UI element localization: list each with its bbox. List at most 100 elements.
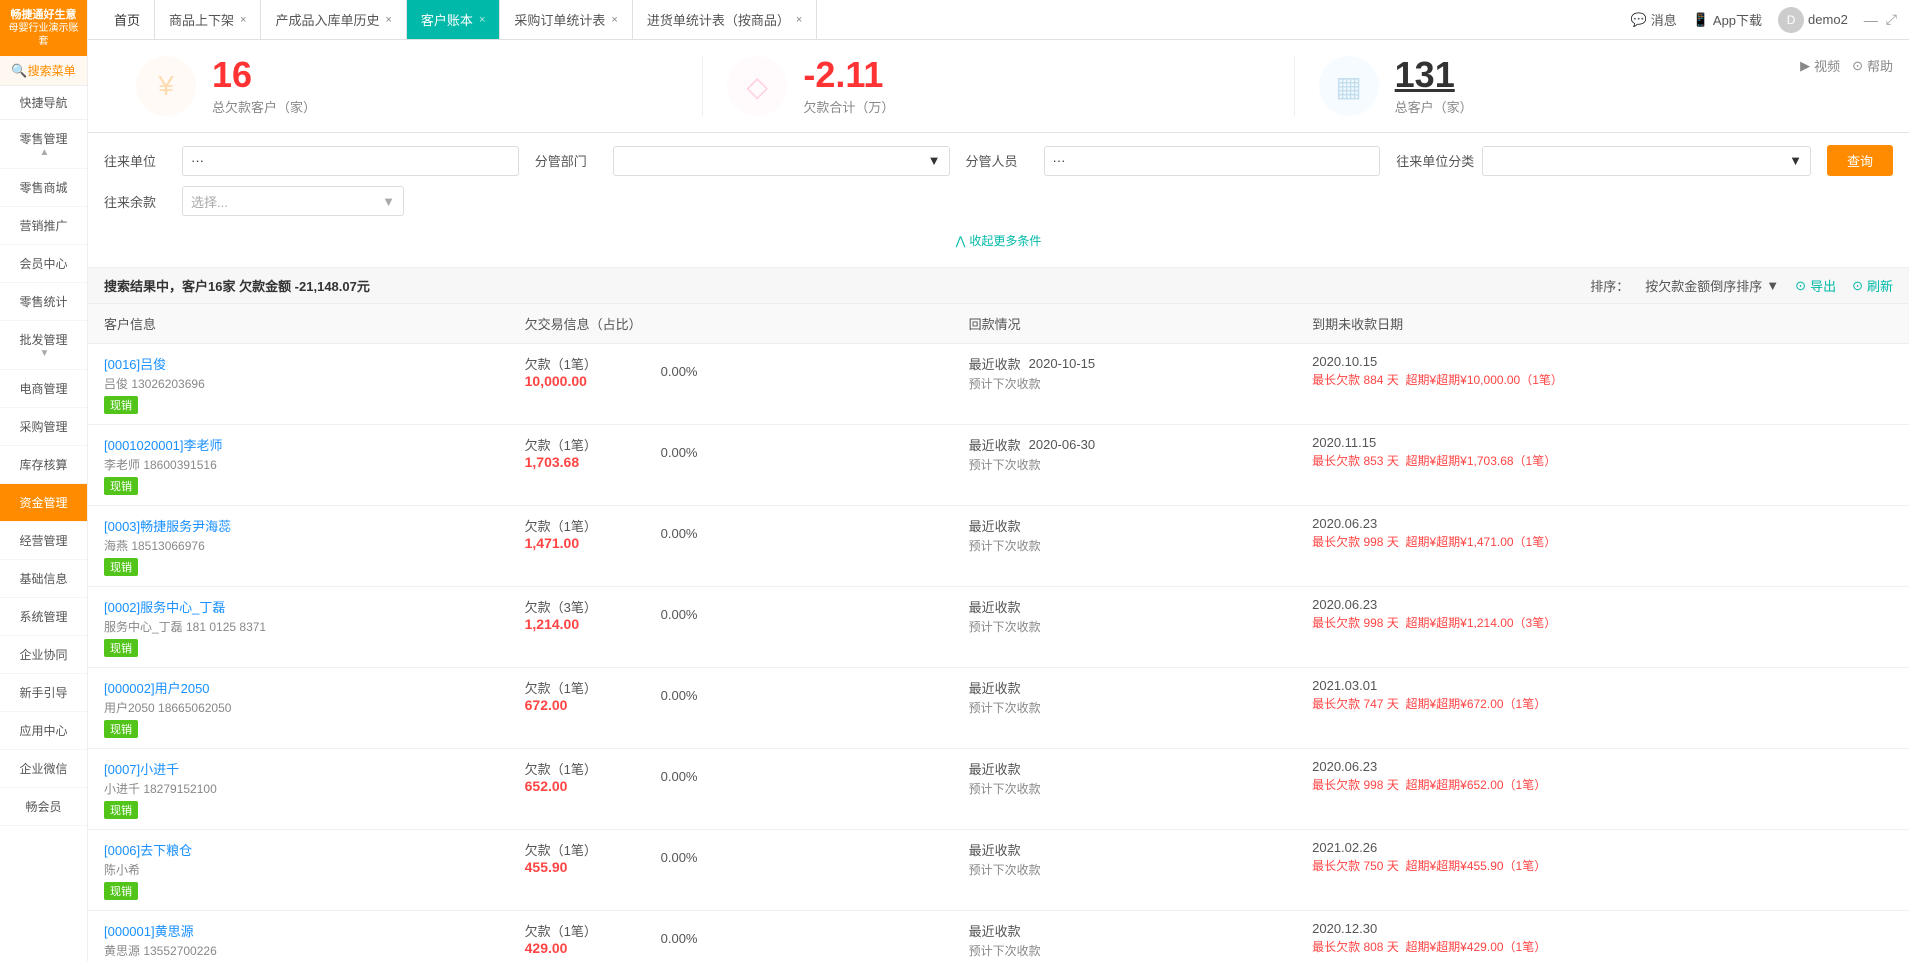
debt-cell: 欠款（1笔） 1,471.00 0.00% — [525, 516, 937, 551]
payment-tag: 现销 — [104, 477, 138, 495]
customer-info-cell: [0001020001]李老师 李老师 18600391516 现销 — [88, 425, 509, 506]
customer-name-link[interactable]: [000002]用户2050 — [104, 678, 493, 697]
app-download-btn[interactable]: 📱 App下载 — [1693, 10, 1762, 29]
export-button[interactable]: ⊙ 导出 — [1795, 276, 1836, 295]
sidebar-item-system[interactable]: 系统管理 — [0, 598, 87, 636]
filter-partner-label: 往来单位 — [104, 151, 174, 170]
sidebar-item-retail-store[interactable]: 零售商城 — [0, 169, 87, 207]
close-icon[interactable]: × — [611, 14, 617, 26]
debt-left: 欠款（1笔） 652.00 — [525, 759, 645, 794]
sidebar-item-member[interactable]: 会员中心 — [0, 245, 87, 283]
filter-balance-select[interactable]: 选择... ▼ — [182, 186, 404, 216]
minimize-icon[interactable]: — — [1864, 12, 1878, 28]
recovery-cell: 最近收款 预计下次收款 — [953, 587, 1297, 668]
col-customer-info: 客户信息 — [88, 304, 509, 344]
customer-info-cell: [000002]用户2050 用户2050 18665062050 现销 — [88, 668, 509, 749]
maximize-icon[interactable]: ⤢ — [1886, 11, 1897, 28]
tab-home[interactable]: 首页 — [100, 0, 155, 39]
pay-row: 最近收款 — [969, 921, 1281, 940]
tab-purchase-product[interactable]: 进货单统计表（按商品） × — [633, 0, 817, 39]
tab-production-history[interactable]: 产成品入库单历史 × — [261, 0, 406, 39]
overdue-amount-link[interactable]: 超期¥超期¥672.00（1笔） — [1405, 697, 1546, 711]
debt-percent: 0.00% — [661, 607, 698, 622]
overdue-info[interactable]: 最长欠款 853 天 超期¥超期¥1,703.68（1笔） — [1312, 452, 1893, 469]
dots-icon: ··· — [1053, 153, 1066, 168]
sidebar-item-ecommerce[interactable]: 电商管理 — [0, 370, 87, 408]
overdue-amount-link[interactable]: 超期¥超期¥652.00（1笔） — [1405, 778, 1546, 792]
video-btn[interactable]: ▶ 视频 — [1800, 56, 1840, 75]
col-expire-date: 到期未收款日期 — [1296, 304, 1909, 344]
sidebar-search[interactable]: 🔍 搜索菜单 — [0, 56, 87, 86]
overdue-amount-link[interactable]: 超期¥超期¥1,214.00（3笔） — [1405, 616, 1556, 630]
customer-name-link[interactable]: [0007]小进千 — [104, 759, 493, 778]
sidebar-item-operations[interactable]: 经营管理 — [0, 522, 87, 560]
quick-nav-label: 快捷导航 — [19, 94, 67, 111]
customer-name-link[interactable]: [000001]黄思源 — [104, 921, 493, 940]
sidebar-item-retail-stats[interactable]: 零售统计 — [0, 283, 87, 321]
collapse-filters-btn[interactable]: ⋀ 收起更多条件 — [104, 226, 1893, 255]
filter-dept-label: 分管部门 — [535, 151, 605, 170]
pay-row: 最近收款 — [969, 516, 1281, 535]
overdue-amount-link[interactable]: 超期¥超期¥10,000.00（1笔） — [1405, 373, 1562, 387]
customer-name-link[interactable]: [0003]畅捷服务尹海蕊 — [104, 516, 493, 535]
customer-name-link[interactable]: [0001020001]李老师 — [104, 435, 493, 454]
sidebar-item-wechat[interactable]: 企业微信 — [0, 750, 87, 788]
search-button[interactable]: 查询 — [1827, 145, 1893, 176]
close-icon[interactable]: × — [796, 14, 802, 26]
sidebar-item-vip[interactable]: 畅会员 — [0, 788, 87, 826]
close-icon[interactable]: × — [240, 14, 246, 26]
refresh-button[interactable]: ⊙ 刷新 — [1852, 276, 1893, 295]
sidebar-item-marketing[interactable]: 营销推广 — [0, 207, 87, 245]
overdue-amount-link[interactable]: 超期¥超期¥429.00（1笔） — [1405, 940, 1546, 954]
sidebar-quick-nav[interactable]: 快捷导航 — [0, 86, 87, 120]
overdue-amount-link[interactable]: 超期¥超期¥1,471.00（1笔） — [1405, 535, 1556, 549]
expire-date: 2021.03.01 — [1312, 678, 1893, 693]
filter-category-input[interactable]: ▼ — [1482, 146, 1811, 176]
overdue-info[interactable]: 最长欠款 998 天 超期¥超期¥1,214.00（3笔） — [1312, 614, 1893, 631]
filter-partner-input[interactable]: ··· — [182, 146, 519, 176]
sidebar-item-app-center[interactable]: 应用中心 — [0, 712, 87, 750]
customer-name-link[interactable]: [0002]服务中心_丁磊 — [104, 597, 493, 616]
main-content: 首页 商品上下架 × 产成品入库单历史 × 客户账本 × 采购订单统计表 × 进… — [88, 0, 1909, 961]
overdue-amount-link[interactable]: 超期¥超期¥1,703.68（1笔） — [1405, 454, 1556, 468]
result-bar: 搜索结果中，客户16家 欠款金额 -21,148.07元 排序： 按欠款金额倒序… — [88, 268, 1909, 304]
overdue-info[interactable]: 最长欠款 750 天 超期¥超期¥455.90（1笔） — [1312, 857, 1893, 874]
overdue-info[interactable]: 最长欠款 884 天 超期¥超期¥10,000.00（1笔） — [1312, 371, 1893, 388]
sidebar-item-wholesale[interactable]: 批发管理 ▼ — [0, 321, 87, 370]
message-btn[interactable]: 💬 消息 — [1631, 10, 1677, 29]
sidebar-item-retail-mgmt[interactable]: 零售管理 ▲ — [0, 120, 87, 169]
sidebar-item-finance[interactable]: 资金管理 — [0, 484, 87, 522]
table-body: [0016]吕俊 吕俊 13026203696 现销 欠款（1笔） 10,000… — [88, 344, 1909, 961]
overdue-info[interactable]: 最长欠款 747 天 超期¥超期¥672.00（1笔） — [1312, 695, 1893, 712]
sidebar-item-inventory[interactable]: 库存核算 — [0, 446, 87, 484]
sidebar-item-enterprise[interactable]: 企业协同 — [0, 636, 87, 674]
overdue-amount-link[interactable]: 超期¥超期¥455.90（1笔） — [1405, 859, 1546, 873]
overdue-info[interactable]: 最长欠款 998 天 超期¥超期¥1,471.00（1笔） — [1312, 533, 1893, 550]
debt-amount: 652.00 — [525, 778, 645, 794]
sidebar-item-guide[interactable]: 新手引导 — [0, 674, 87, 712]
tab-purchase-order[interactable]: 采购订单统计表 × — [500, 0, 632, 39]
overdue-info[interactable]: 最长欠款 808 天 超期¥超期¥429.00（1笔） — [1312, 938, 1893, 955]
close-icon[interactable]: × — [479, 14, 485, 26]
help-btn[interactable]: ⊙ 帮助 — [1852, 56, 1893, 75]
sidebar-item-label: 电商管理 — [19, 380, 67, 397]
sidebar-item-purchase[interactable]: 采购管理 — [0, 408, 87, 446]
stat-icon-building: ▦ — [1319, 56, 1379, 116]
filter-category-label: 往来单位分类 — [1396, 151, 1474, 170]
filter-person-input[interactable]: ··· — [1044, 146, 1381, 176]
debt-count: 欠款（1笔） — [525, 354, 645, 373]
message-label: 消息 — [1651, 10, 1677, 29]
sort-dropdown[interactable]: 按欠款金额倒序排序 ▼ — [1645, 276, 1779, 295]
user-menu[interactable]: D demo2 — [1778, 7, 1848, 33]
chevron-down-icon: ▼ — [382, 194, 395, 209]
customer-name-link[interactable]: [0006]去下粮仓 — [104, 840, 493, 859]
pay-row: 最近收款 — [969, 759, 1281, 778]
customer-info-cell: [0002]服务中心_丁磊 服务中心_丁磊 181 0125 8371 现销 — [88, 587, 509, 668]
filter-dept-input[interactable]: ▼ — [613, 146, 950, 176]
tab-customer-ledger[interactable]: 客户账本 × — [407, 0, 500, 39]
close-icon[interactable]: × — [385, 14, 391, 26]
customer-name-link[interactable]: [0016]吕俊 — [104, 354, 493, 373]
tab-product-listing[interactable]: 商品上下架 × — [155, 0, 261, 39]
overdue-info[interactable]: 最长欠款 998 天 超期¥超期¥652.00（1笔） — [1312, 776, 1893, 793]
sidebar-item-basic-info[interactable]: 基础信息 — [0, 560, 87, 598]
